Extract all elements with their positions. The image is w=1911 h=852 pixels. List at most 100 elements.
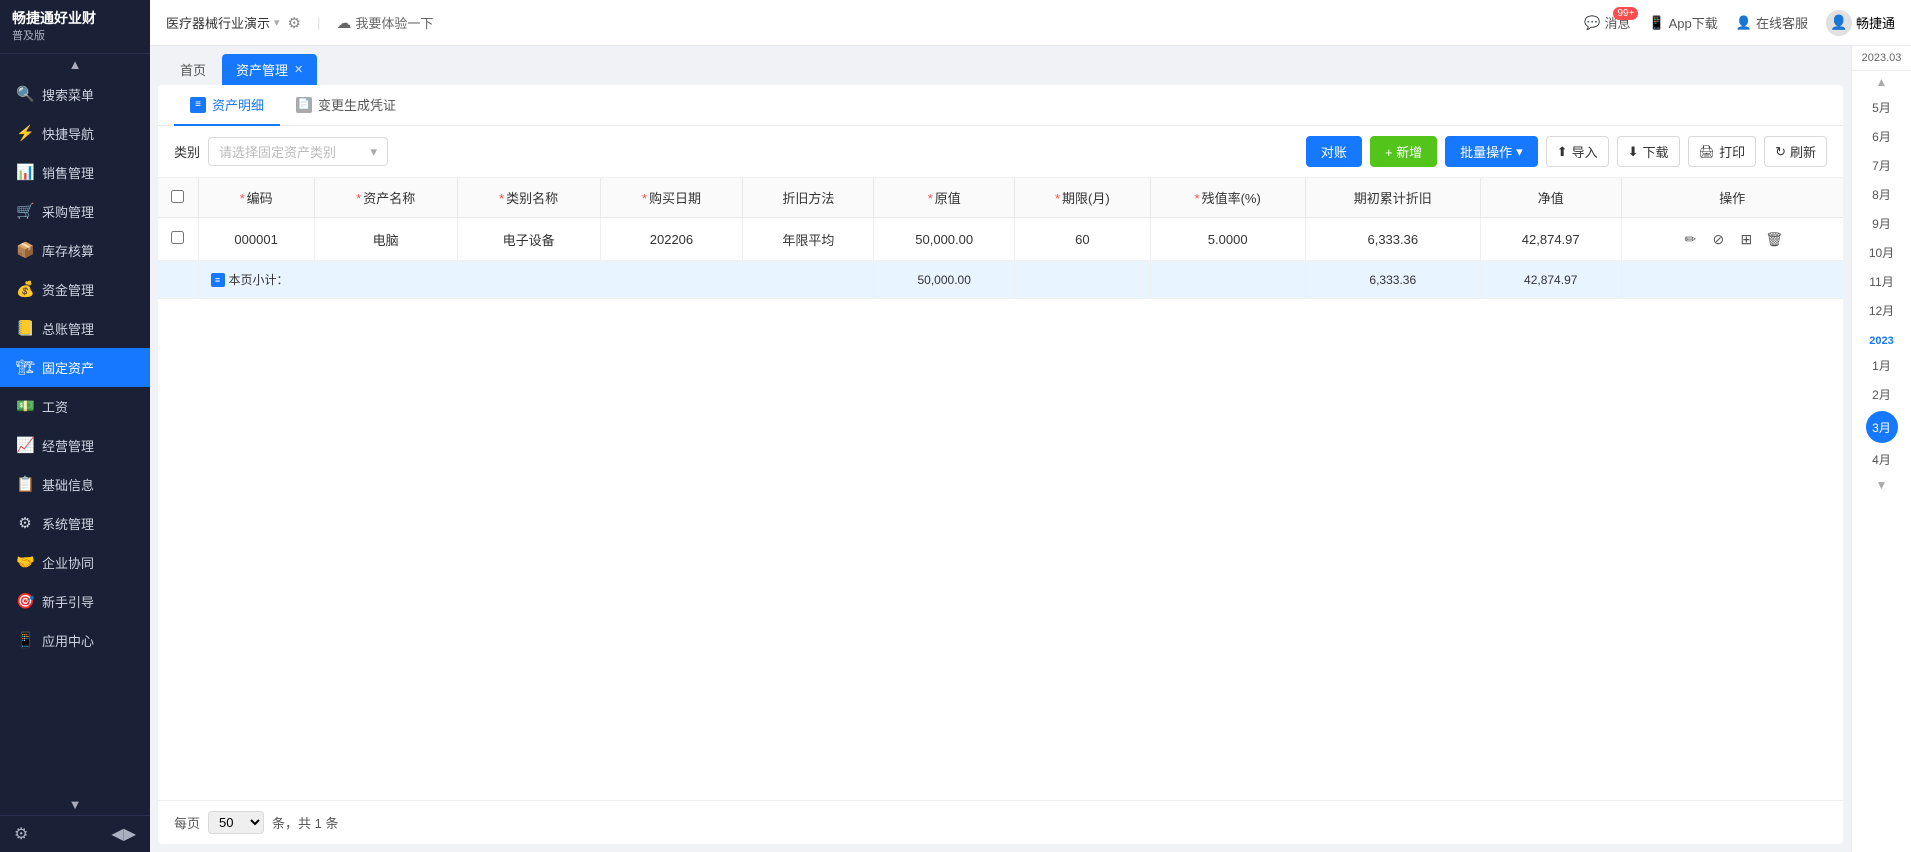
experience-btn[interactable]: ☁ 我要体验一下 xyxy=(336,13,433,32)
sidebar-item-purchase[interactable]: 🛒 采购管理 xyxy=(0,192,150,231)
sidebar-item-operations[interactable]: 📈 经营管理 xyxy=(0,426,150,465)
subtotal-original-value: 50,000.00 xyxy=(874,261,1015,299)
cell-name: 电脑 xyxy=(314,218,457,261)
app-edition: 普及版 xyxy=(12,27,45,43)
message-icon: 💬 xyxy=(1584,15,1600,31)
sidebar-item-apps[interactable]: 📱 应用中心 xyxy=(0,621,150,660)
reconcile-btn[interactable]: 对账 xyxy=(1306,136,1362,167)
new-btn[interactable]: + 新增 xyxy=(1370,136,1437,167)
total-label: 条，共 1 条 xyxy=(272,813,338,832)
sidebar-item-quick-nav[interactable]: ⚡ 快捷导航 xyxy=(0,114,150,153)
rs-month-11[interactable]: 11月 xyxy=(1852,267,1911,296)
sidebar-item-enterprise[interactable]: 🤝 企业协同 xyxy=(0,543,150,582)
sidebar-item-sales[interactable]: 📊 销售管理 xyxy=(0,153,150,192)
settings-gear-icon[interactable]: ⚙ xyxy=(288,14,301,32)
sidebar-item-guide[interactable]: 🎯 新手引导 xyxy=(0,582,150,621)
sidebar-item-system[interactable]: ⚙ 系统管理 xyxy=(0,504,150,543)
batch-dropdown-icon: ▾ xyxy=(1516,144,1523,160)
tab-home[interactable]: 首页 xyxy=(166,54,220,85)
rs-month-7[interactable]: 7月 xyxy=(1852,151,1911,180)
batch-btn[interactable]: 批量操作 ▾ xyxy=(1445,136,1538,167)
rs-month-5[interactable]: 5月 xyxy=(1852,93,1911,122)
download-btn[interactable]: ⬇ 下载 xyxy=(1617,136,1680,167)
rs-up-arrow[interactable]: ▲ xyxy=(1876,71,1888,93)
subtotal-residual xyxy=(1150,261,1305,299)
import-btn[interactable]: ⬆ 导入 xyxy=(1546,136,1609,167)
online-service-btn[interactable]: 👤 在线客服 xyxy=(1736,13,1808,32)
rs-month-12[interactable]: 12月 xyxy=(1852,296,1911,325)
user-menu[interactable]: 👤 畅捷通 xyxy=(1826,10,1895,36)
th-net-value: 净值 xyxy=(1480,178,1621,218)
rs-month-3-current[interactable]: 3月 xyxy=(1866,411,1898,443)
edit-icon[interactable]: ✏ xyxy=(1679,228,1701,250)
subtotal-actions xyxy=(1621,261,1843,299)
system-icon: ⚙ xyxy=(16,514,34,532)
refresh-btn[interactable]: ↻ 刷新 xyxy=(1764,136,1827,167)
sidebar-item-ledger[interactable]: 📒 总账管理 xyxy=(0,309,150,348)
app-download-btn[interactable]: 📱 App下载 xyxy=(1648,13,1717,32)
delete-icon[interactable]: 🗑 xyxy=(1763,228,1785,250)
funds-icon: 💰 xyxy=(16,280,34,298)
rs-month-4[interactable]: 4月 xyxy=(1852,445,1911,474)
company-name: 医疗器械行业演示 xyxy=(166,13,270,32)
print-btn[interactable]: 🖨 打印 xyxy=(1688,136,1757,167)
company-selector[interactable]: 医疗器械行业演示 ▾ ⚙ xyxy=(166,13,301,32)
rs-month-2[interactable]: 2月 xyxy=(1852,380,1911,409)
tab-change-voucher[interactable]: 📄 变更生成凭证 xyxy=(280,85,412,126)
download-icon: ⬇ xyxy=(1628,144,1639,160)
cell-period: 60 xyxy=(1015,218,1151,261)
sales-icon: 📊 xyxy=(16,163,34,181)
sidebar-scroll-down[interactable]: ▼ xyxy=(0,794,150,815)
import-icon: ⬆ xyxy=(1557,144,1568,160)
cell-depreciation-method: 年限平均 xyxy=(743,218,874,261)
online-service-label: 在线客服 xyxy=(1756,13,1808,32)
sidebar-item-basic-info[interactable]: 📋 基础信息 xyxy=(0,465,150,504)
row-checkbox[interactable] xyxy=(171,231,184,244)
fixed-assets-icon: 🏗 xyxy=(16,358,34,376)
change-voucher-tab-label: 变更生成凭证 xyxy=(318,95,396,114)
apps-icon: 📱 xyxy=(16,631,34,649)
import-label: 导入 xyxy=(1572,142,1598,161)
sidebar-item-inventory[interactable]: 📦 库存核算 xyxy=(0,231,150,270)
enterprise-icon: 🤝 xyxy=(16,553,34,571)
category-select[interactable]: 请选择固定资产类别 ▾ xyxy=(208,137,388,166)
select-all-checkbox[interactable] xyxy=(171,190,184,203)
topbar-separator: | xyxy=(317,15,320,30)
avatar: 👤 xyxy=(1826,10,1852,36)
tab-close-icon[interactable]: ✕ xyxy=(294,63,303,76)
collapse-icon[interactable]: ◀▶ xyxy=(111,824,136,844)
cell-category: 电子设备 xyxy=(457,218,600,261)
tab-asset-management[interactable]: 资产管理 ✕ xyxy=(222,54,317,85)
sidebar-item-fixed-assets[interactable]: 🏗 固定资产 xyxy=(0,348,150,387)
rs-month-6[interactable]: 6月 xyxy=(1852,122,1911,151)
subtotal-net-value: 42,874.97 xyxy=(1480,261,1621,299)
message-btn[interactable]: 💬 消息 99+ xyxy=(1584,13,1630,32)
sidebar-item-label: 企业协同 xyxy=(42,553,94,572)
sidebar: 畅捷通好业财 普及版 ▲ 🔍 搜索菜单 ⚡ 快捷导航 📊 销售管理 🛒 采购管理… xyxy=(0,0,150,852)
rs-month-10[interactable]: 10月 xyxy=(1852,238,1911,267)
sidebar-item-label: 新手引导 xyxy=(42,592,94,611)
disable-icon[interactable]: ⊘ xyxy=(1707,228,1729,250)
asset-table: *编码 *资产名称 *类别名称 *购买日期 折旧方法 *原值 *期限(月) *残… xyxy=(158,178,1843,299)
topbar-right: 💬 消息 99+ 📱 App下载 👤 在线客服 👤 畅捷通 xyxy=(1584,10,1895,36)
sidebar-scroll-up[interactable]: ▲ xyxy=(0,54,150,75)
per-page-select[interactable]: 50 10 20 100 xyxy=(208,811,264,834)
sidebar-item-search[interactable]: 🔍 搜索菜单 xyxy=(0,75,150,114)
sidebar-item-funds[interactable]: 💰 资金管理 xyxy=(0,270,150,309)
category-placeholder: 请选择固定资产类别 xyxy=(219,142,336,161)
sidebar-nav: 🔍 搜索菜单 ⚡ 快捷导航 📊 销售管理 🛒 采购管理 📦 库存核算 💰 资金管… xyxy=(0,75,150,794)
subtotal-icon: ≡ xyxy=(211,273,225,287)
sidebar-item-label: 搜索菜单 xyxy=(42,85,94,104)
tab-asset-detail[interactable]: ≡ 资产明细 xyxy=(174,85,280,126)
rs-month-1[interactable]: 1月 xyxy=(1852,351,1911,380)
rs-down-arrow[interactable]: ▼ xyxy=(1876,474,1888,496)
copy-icon[interactable]: ⊞ xyxy=(1735,228,1757,250)
sidebar-item-label: 销售管理 xyxy=(42,163,94,182)
refresh-label: 刷新 xyxy=(1790,142,1816,161)
rs-month-9[interactable]: 9月 xyxy=(1852,209,1911,238)
sidebar-item-payroll[interactable]: 💵 工资 xyxy=(0,387,150,426)
sidebar-item-label: 经营管理 xyxy=(42,436,94,455)
rs-month-8[interactable]: 8月 xyxy=(1852,180,1911,209)
settings-icon[interactable]: ⚙ xyxy=(14,824,28,844)
basic-info-icon: 📋 xyxy=(16,475,34,493)
